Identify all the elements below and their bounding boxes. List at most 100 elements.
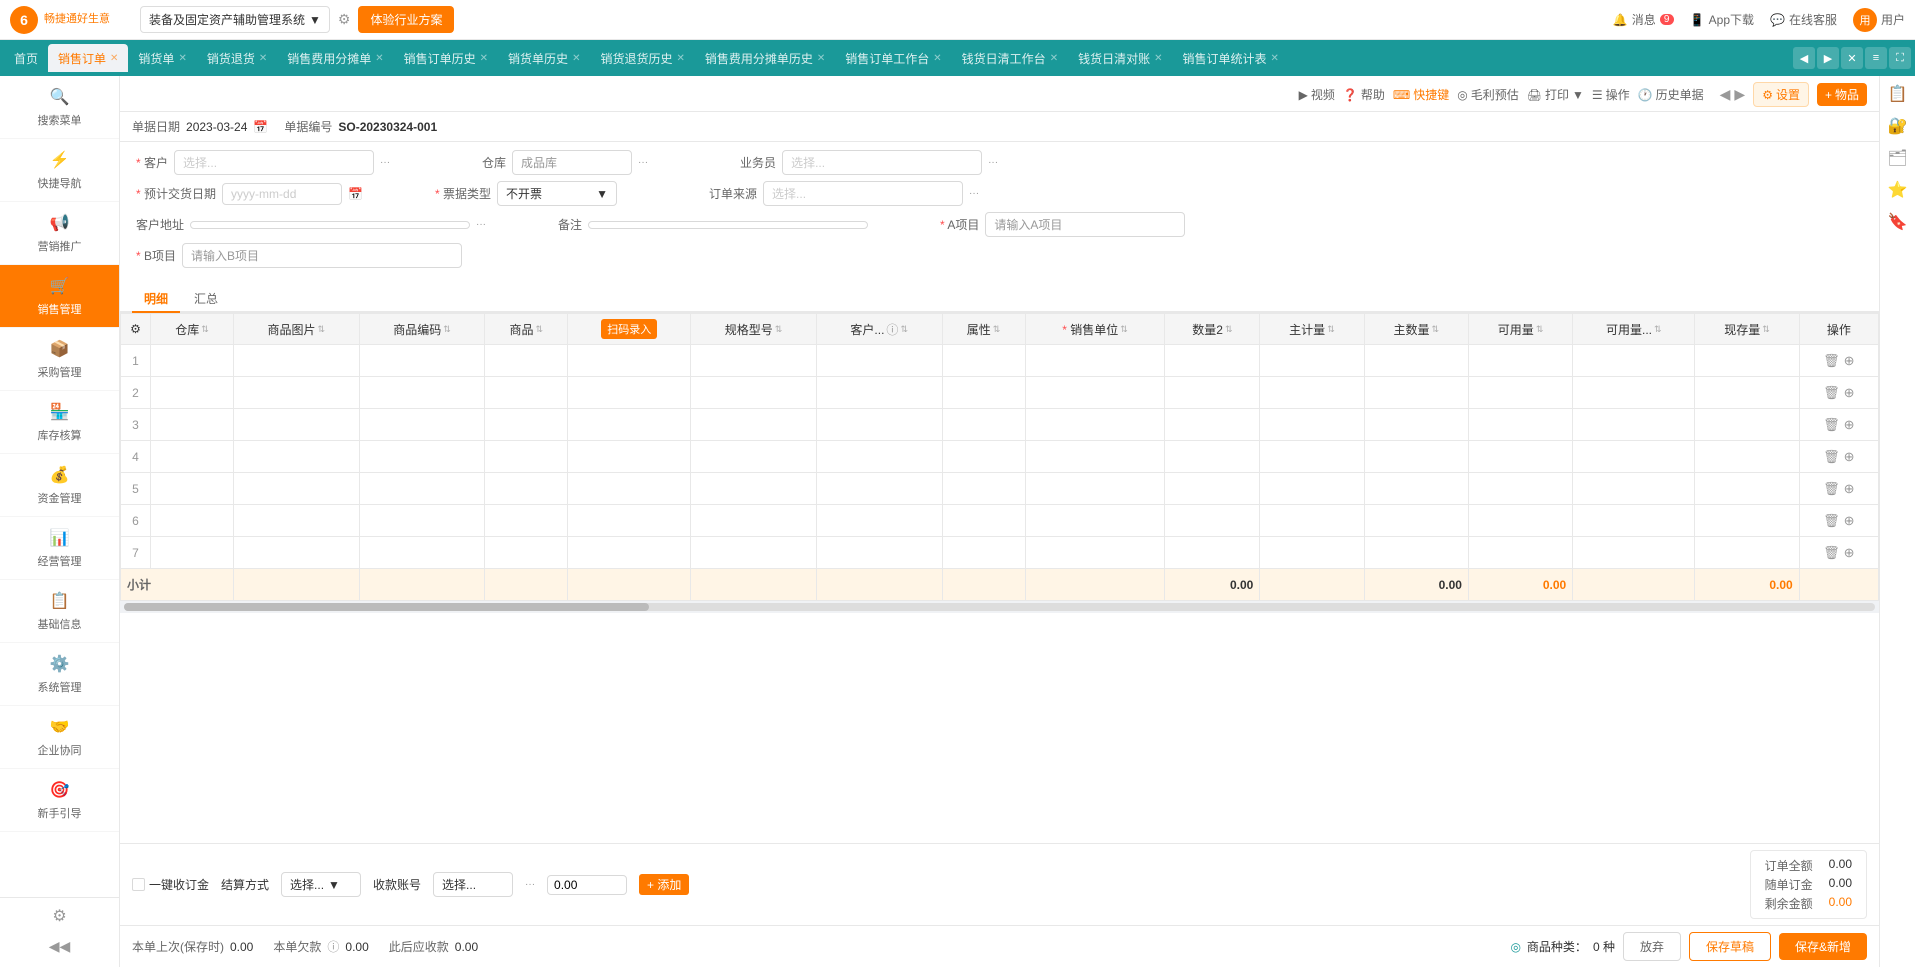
right-icon-3[interactable]: 🗂	[1887, 148, 1907, 168]
row-1-scan[interactable]	[568, 345, 691, 377]
settings-button[interactable]: ⚙ 设置	[1753, 82, 1809, 107]
row-4-main-qty[interactable]	[1364, 441, 1468, 473]
row-7-product-code[interactable]	[359, 537, 485, 569]
horizontal-scrollbar[interactable]	[120, 601, 1879, 613]
tab-next-button[interactable]: ▶	[1817, 47, 1839, 69]
add-payment-button[interactable]: + 添加	[639, 874, 689, 895]
app-download-item[interactable]: 📱 App下载	[1690, 11, 1754, 28]
row-1-delete-icon[interactable]: 🗑	[1823, 353, 1840, 369]
invoice-type-select[interactable]: 不开票 ▼	[497, 181, 617, 206]
customer-address-input[interactable]	[190, 221, 470, 229]
row-3-product-name[interactable]	[485, 409, 568, 441]
sidebar-collapse-button[interactable]: ◀◀	[45, 934, 75, 959]
row-6-scan[interactable]	[568, 505, 691, 537]
row-3-qty2[interactable]	[1165, 409, 1260, 441]
right-icon-4[interactable]: ⭐	[1888, 180, 1908, 200]
right-icon-2[interactable]: 🔐	[1888, 116, 1908, 136]
right-icon-5-orange[interactable]: 🔖	[1888, 212, 1908, 232]
close-icon[interactable]: ✕	[375, 53, 383, 64]
row-5-current-stock[interactable]	[1695, 473, 1799, 505]
close-icon[interactable]: ✕	[676, 53, 684, 64]
right-icon-1[interactable]: 📋	[1888, 84, 1908, 104]
row-3-warehouse[interactable]	[151, 409, 234, 441]
close-icon[interactable]: ✕	[1050, 53, 1058, 64]
close-icon[interactable]: ✕	[1271, 53, 1279, 64]
row-5-scan[interactable]	[568, 473, 691, 505]
tab-sales-return[interactable]: 销货单 ✕	[128, 44, 196, 72]
row-1-attribute[interactable]	[942, 345, 1025, 377]
close-icon[interactable]: ✕	[1154, 53, 1162, 64]
save-draft-button[interactable]: 保存草稿	[1689, 932, 1771, 961]
close-icon[interactable]: ✕	[817, 53, 825, 64]
profit-item[interactable]: ◎ 毛利预估	[1457, 86, 1519, 103]
row-3-delete-icon[interactable]: 🗑	[1823, 417, 1840, 433]
sidebar-item-operations[interactable]: 📊 经营管理	[0, 517, 119, 580]
row-2-copy-icon[interactable]: ⊕	[1844, 385, 1855, 401]
close-icon[interactable]: ✕	[259, 53, 267, 64]
row-2-customer-code[interactable]	[816, 377, 942, 409]
row-5-customer-code[interactable]	[816, 473, 942, 505]
row-4-copy-icon[interactable]: ⊕	[1844, 449, 1855, 465]
row-6-customer-code[interactable]	[816, 505, 942, 537]
shortcut-item[interactable]: ⌨ 快捷键	[1393, 86, 1449, 103]
row-6-sales-unit[interactable]	[1025, 505, 1165, 537]
sidebar-item-inventory[interactable]: 🏪 库存核算	[0, 391, 119, 454]
row-6-delete-icon[interactable]: 🗑	[1823, 513, 1840, 529]
scrollbar-thumb[interactable]	[124, 603, 649, 611]
row-4-sales-unit[interactable]	[1025, 441, 1165, 473]
tab-expense-history[interactable]: 销售费用分摊单历史 ✕	[695, 44, 835, 72]
row-4-scan[interactable]	[568, 441, 691, 473]
tab-order-workbench[interactable]: 销售订单工作台 ✕	[835, 44, 951, 72]
row-7-sales-unit[interactable]	[1025, 537, 1165, 569]
row-3-spec[interactable]	[691, 409, 817, 441]
row-5-warehouse[interactable]	[151, 473, 234, 505]
row-6-available[interactable]	[1468, 505, 1572, 537]
row-7-product-img[interactable]	[233, 537, 359, 569]
row-7-attribute[interactable]	[942, 537, 1025, 569]
row-6-current-stock[interactable]	[1695, 505, 1799, 537]
sidebar-item-purchase-mgmt[interactable]: 📦 采购管理	[0, 328, 119, 391]
row-1-copy-icon[interactable]: ⊕	[1844, 353, 1855, 369]
discard-button[interactable]: 放弃	[1623, 932, 1681, 961]
tab-refund-history[interactable]: 销货退货历史 ✕	[590, 44, 694, 72]
row-4-qty2[interactable]	[1165, 441, 1260, 473]
row-2-current-stock[interactable]	[1695, 377, 1799, 409]
add-product-button[interactable]: + 物品	[1817, 83, 1867, 106]
row-2-available[interactable]	[1468, 377, 1572, 409]
row-6-product-code[interactable]	[359, 505, 485, 537]
row-1-main-qty[interactable]	[1364, 345, 1468, 377]
row-5-available2[interactable]	[1573, 473, 1695, 505]
address-ellipsis-icon[interactable]: ···	[476, 219, 486, 230]
solution-button[interactable]: 体验行业方案	[358, 6, 454, 33]
row-3-product-img[interactable]	[233, 409, 359, 441]
row-6-product-name[interactable]	[485, 505, 568, 537]
row-1-available[interactable]	[1468, 345, 1572, 377]
row-4-product-code[interactable]	[359, 441, 485, 473]
tab-fullscreen-button[interactable]: ⛶	[1889, 47, 1911, 69]
nav-prev-icon[interactable]: ◀	[1720, 86, 1731, 103]
row-6-product-img[interactable]	[233, 505, 359, 537]
row-2-qty2[interactable]	[1165, 377, 1260, 409]
settings-icon[interactable]: ⚙	[338, 11, 351, 28]
row-7-main-qty[interactable]	[1364, 537, 1468, 569]
tab-order-history[interactable]: 销售订单历史 ✕	[394, 44, 498, 72]
row-5-qty2[interactable]	[1165, 473, 1260, 505]
operation-item[interactable]: ☰ 操作	[1592, 86, 1630, 103]
customer-ellipsis-icon[interactable]: ···	[380, 157, 390, 168]
row-4-product-name[interactable]	[485, 441, 568, 473]
row-2-delete-icon[interactable]: 🗑	[1823, 385, 1840, 401]
row-3-main-unit[interactable]	[1260, 409, 1364, 441]
amount-input[interactable]	[547, 875, 627, 895]
row-3-attribute[interactable]	[942, 409, 1025, 441]
staff-ellipsis-icon[interactable]: ···	[988, 157, 998, 168]
row-1-available2[interactable]	[1573, 345, 1695, 377]
tab-sales-order[interactable]: 销售订单 ✕	[48, 44, 128, 72]
tab-expense-split[interactable]: 销售费用分摊单 ✕	[277, 44, 393, 72]
warehouse-ellipsis-icon[interactable]: ···	[638, 157, 648, 168]
row-3-copy-icon[interactable]: ⊕	[1844, 417, 1855, 433]
tab-home[interactable]: 首页	[4, 44, 48, 72]
row-2-spec[interactable]	[691, 377, 817, 409]
row-2-product-code[interactable]	[359, 377, 485, 409]
sidebar-item-sys-config[interactable]: ⚙️ 系统管理	[0, 643, 119, 706]
project-a-input[interactable]: 请输入A项目	[985, 212, 1185, 237]
